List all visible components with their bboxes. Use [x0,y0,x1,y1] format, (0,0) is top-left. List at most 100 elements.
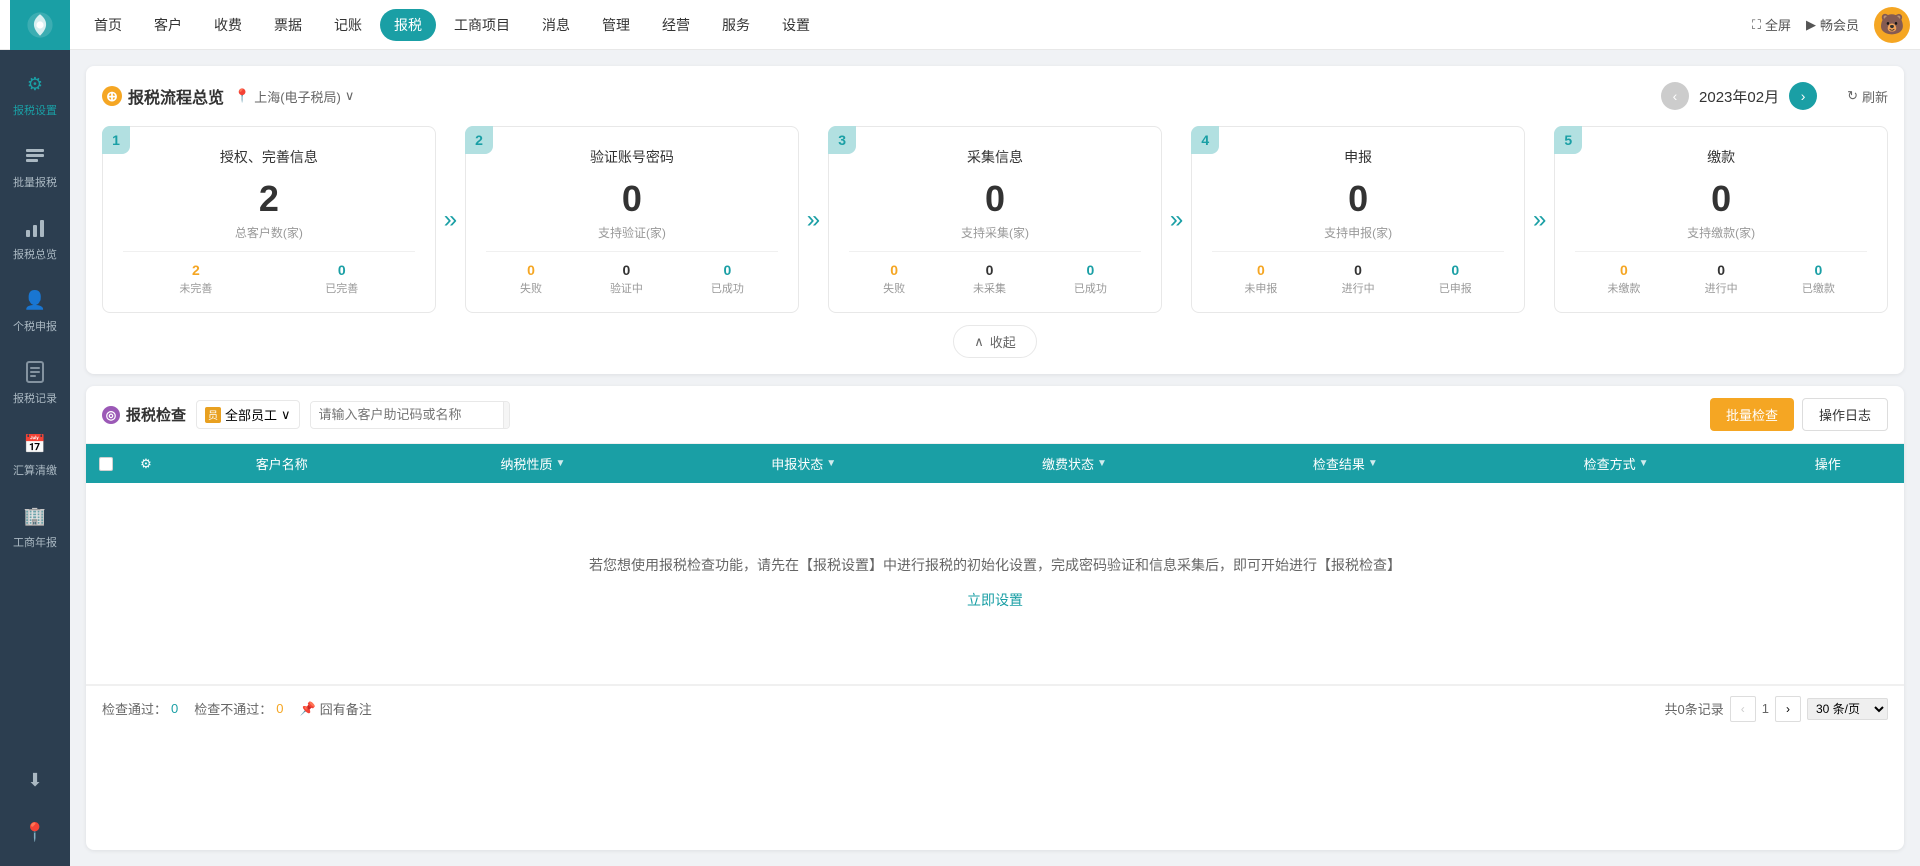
filter-icon-result[interactable]: ▼ [1368,458,1378,469]
sidebar-label-tax-record: 报税记录 [13,390,57,406]
filter-icon-method[interactable]: ▼ [1639,458,1649,469]
arrow-1: » [436,126,465,313]
chevron-down-icon: ∨ [345,88,355,104]
user-avatar[interactable]: 🐻 [1874,7,1910,43]
sidebar-item-tax-settings[interactable]: ⚙ 报税设置 [0,60,70,128]
step-4-stat-0[interactable]: 0 未申报 [1244,262,1277,296]
sidebar-label-settlement: 汇算清缴 [13,462,57,478]
table-col-checkbox [86,444,126,483]
download-icon: ⬇ [21,766,49,794]
table-col-fee-status: 缴费状态 ▼ [939,444,1210,483]
fullscreen-btn[interactable]: ⛶ 全屏 [1752,15,1791,34]
step-3-stat-1-value: 0 [986,262,994,278]
main-layout: ⚙ 报税设置 批量报税 报税总览 [0,50,1920,866]
sidebar-item-batch-tax[interactable]: 批量报税 [0,132,70,200]
step-5-stat-2[interactable]: 0 已缴款 [1802,262,1835,296]
nav-message[interactable]: 消息 [528,9,584,41]
step-1-stat-0-label: 未完善 [179,280,212,296]
sidebar-item-tax-overview[interactable]: 报税总览 [0,204,70,272]
step-2-stat-1[interactable]: 0 验证中 [610,262,643,296]
search-button[interactable]: 🔍 [503,402,510,428]
sidebar-item-location[interactable]: 📍 [0,808,70,856]
content-area: ⊕ 报税流程总览 📍 上海(电子税局) ∨ ‹ 2023年02月 › ↻ 刷新 [70,50,1920,866]
select-all-checkbox[interactable] [99,457,113,471]
nav-customer[interactable]: 客户 [140,9,196,41]
sidebar-item-settlement[interactable]: 📅 汇算清缴 [0,420,70,488]
search-input[interactable] [311,402,503,427]
step-4-count: 0 [1212,177,1504,220]
step-4-stat-2-label: 已申报 [1439,280,1472,296]
step-5-stat-1-label: 进行中 [1705,280,1738,296]
pass-count-link[interactable]: 0 [171,701,178,716]
quick-setup-link[interactable]: 立即设置 [118,588,1872,613]
step-1-stat-1-value: 0 [338,262,346,278]
check-table: ⚙ 客户名称 纳税性质 ▼ [86,444,1904,684]
filter-icon-declare[interactable]: ▼ [826,458,836,469]
nav-manage[interactable]: 管理 [588,9,644,41]
step-5-title: 缴款 [1575,147,1867,167]
tax-settings-icon: ⚙ [21,70,49,98]
batch-check-btn[interactable]: 批量检查 [1710,398,1794,431]
staff-filter[interactable]: 员 全部员工 ∨ [196,400,300,429]
next-month-btn[interactable]: › [1789,82,1817,110]
step-1-stat-1[interactable]: 0 已完善 [325,262,358,296]
step-3-stat-2[interactable]: 0 已成功 [1074,262,1107,296]
nav-home[interactable]: 首页 [80,9,136,41]
step-3-stat-0-value: 0 [890,262,898,278]
step-5-stat-0[interactable]: 0 未缴款 [1607,262,1640,296]
prev-month-btn[interactable]: ‹ [1661,82,1689,110]
nav-operate[interactable]: 经营 [648,9,704,41]
top-right-actions: ⛶ 全屏 ▶ 畅会员 🐻 [1752,7,1910,43]
check-title: ◎ 报税检查 [102,404,186,425]
collapse-btn[interactable]: ∧ 收起 [953,325,1037,358]
sidebar-item-annual-report[interactable]: 🏢 工商年报 [0,492,70,560]
step-2-stat-0-value: 0 [527,262,535,278]
step-3-stat-0[interactable]: 0 失败 [883,262,905,296]
next-page-btn[interactable]: › [1775,696,1801,722]
step-2-stat-2[interactable]: 0 已成功 [711,262,744,296]
step-2-title: 验证账号密码 [486,147,778,167]
prev-page-btn[interactable]: ‹ [1730,696,1756,722]
nav-tax[interactable]: 报税 [380,9,436,41]
step-5-stat-1[interactable]: 0 进行中 [1705,262,1738,296]
nav-account[interactable]: 记账 [320,9,376,41]
step-1-count: 2 [123,177,415,220]
settings-icon[interactable]: ⚙ [140,456,152,471]
step-2-stat-0[interactable]: 0 失败 [520,262,542,296]
top-nav: 首页 客户 收费 票据 记账 报税 工商项目 消息 管理 经营 服务 设置 ⛶ … [0,0,1920,50]
step-3-stat-1[interactable]: 0 未采集 [973,262,1006,296]
operation-log-btn[interactable]: 操作日志 [1802,398,1888,431]
sidebar-label-personal-tax: 个税申报 [13,318,57,334]
refresh-btn[interactable]: ↻ 刷新 [1847,87,1888,106]
vip-btn[interactable]: ▶ 畅会员 [1806,15,1859,34]
filter-icon-fee[interactable]: ▼ [1097,458,1107,469]
step-2-subtitle: 支持验证(家) [486,224,778,241]
nav-service[interactable]: 服务 [708,9,764,41]
nav-setting[interactable]: 设置 [768,9,824,41]
empty-state: 若您想使用报税检查功能，请先在【报税设置】中进行报税的初始化设置，完成密码验证和… [98,493,1892,673]
location-tag[interactable]: 📍 上海(电子税局) ∨ [234,87,354,106]
arrow-2: » [799,126,828,313]
table-col-check-method: 检查方式 ▼ [1481,444,1752,483]
step-2-stat-0-label: 失败 [520,280,542,296]
step-1-stat-0[interactable]: 2 未完善 [179,262,212,296]
step-4-title: 申报 [1212,147,1504,167]
per-page-select[interactable]: 30 条/页 50 条/页 100 条/页 [1807,698,1888,720]
step-3-stats: 0 失败 0 未采集 0 已成功 [849,251,1141,296]
nav-business[interactable]: 工商项目 [440,9,524,41]
fail-count-link[interactable]: 0 [276,701,283,716]
step-5-count: 0 [1575,177,1867,220]
fullscreen-icon: ⛶ [1752,17,1761,33]
sidebar-item-personal-tax[interactable]: 👤 个税申报 [0,276,70,344]
nav-invoice[interactable]: 票据 [260,9,316,41]
filter-icon-tax-type[interactable]: ▼ [555,458,565,469]
step-4-stat-1-label: 进行中 [1342,280,1375,296]
empty-state-cell: 若您想使用报税检查功能，请先在【报税设置】中进行报税的初始化设置，完成密码验证和… [86,483,1904,684]
sidebar-item-tax-record[interactable]: 报税记录 [0,348,70,416]
step-4-stat-1[interactable]: 0 进行中 [1342,262,1375,296]
nav-fee[interactable]: 收费 [200,9,256,41]
logo[interactable] [10,0,70,50]
sidebar-item-download[interactable]: ⬇ [0,756,70,804]
collapse-up-icon: ∧ [974,334,984,350]
step-4-stat-2[interactable]: 0 已申报 [1439,262,1472,296]
